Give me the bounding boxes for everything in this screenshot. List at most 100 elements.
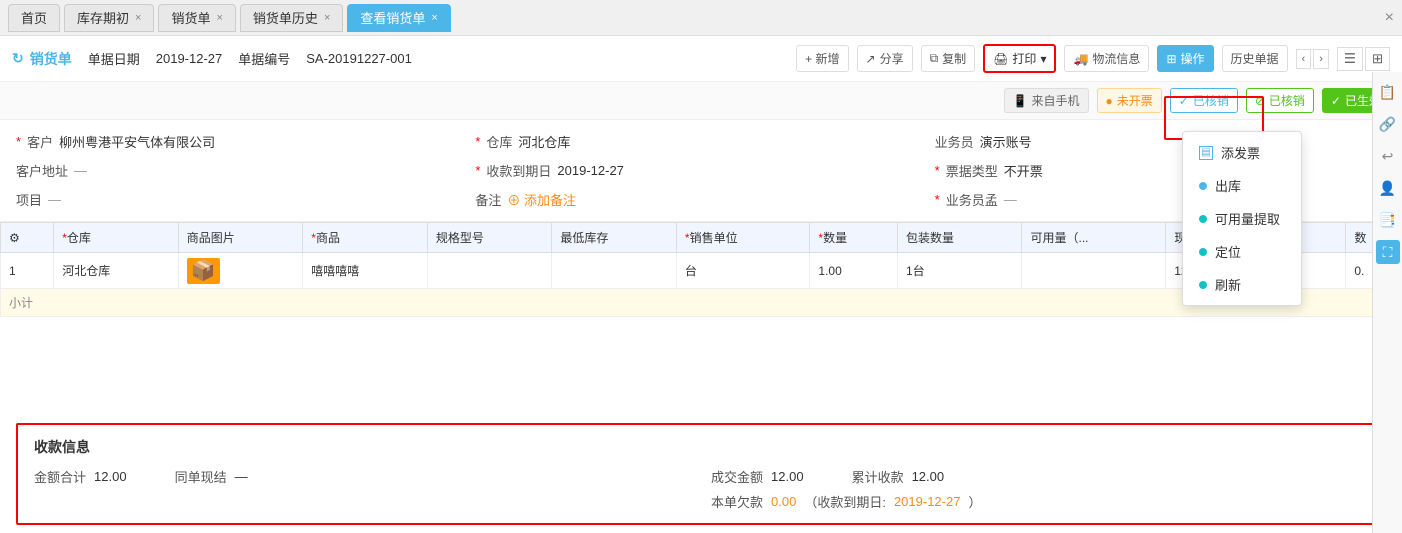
available-qty-item[interactable]: 可用量提取 (1183, 202, 1301, 235)
warehouse-value[interactable]: 河北仓库 (518, 132, 570, 151)
due-row: 本单欠款 0.00 （收款到期日: 2019-12-27 ） (711, 492, 1368, 511)
row-product: 嘻嘻嘻嘻 (303, 253, 428, 289)
cumulative-value: 12.00 (912, 469, 945, 484)
right-sidebar: 📋 🔗 ↩ 👤 📑 ⛶ (1372, 72, 1402, 533)
locate-icon (1199, 248, 1207, 256)
customer-value[interactable]: 柳州粤港平安气体有限公司 (59, 132, 215, 151)
operations-button[interactable]: ⊞ 操作 (1157, 45, 1213, 72)
sidebar-icon-1[interactable]: 📋 (1376, 80, 1400, 104)
from-phone-button[interactable]: 📱 来自手机 (1004, 88, 1089, 113)
locate-item[interactable]: 定位 (1183, 235, 1301, 268)
project-value: — (48, 192, 61, 207)
tab-sales-label: 销货单 (171, 8, 210, 27)
employee-field: 业务员 演示账号 (935, 132, 1386, 151)
col-settings[interactable]: ⚙ (1, 223, 54, 253)
address-field: 客户地址 — (16, 161, 467, 180)
tab-sales-close[interactable]: × (216, 12, 222, 24)
doc-type-label: 销货单 (30, 49, 72, 69)
settings-icon[interactable]: ⚙ (9, 231, 20, 245)
logistics-icon: 🚚 (1073, 52, 1088, 66)
history-button[interactable]: 历史单据 (1222, 45, 1288, 72)
note-field: 备注 ⊕ 添加备注 (475, 190, 926, 209)
sidebar-icon-4[interactable]: 👤 (1376, 176, 1400, 200)
new-label: + 新增 (805, 50, 839, 67)
global-close-button[interactable]: × (1385, 9, 1394, 27)
print-dropdown-icon: ▾ (1040, 52, 1046, 66)
due-value: 0.00 (771, 494, 796, 509)
sidebar-icon-5[interactable]: 📑 (1376, 208, 1400, 232)
tab-home-label: 首页 (21, 8, 47, 27)
grid-view-button[interactable]: ⊞ (1365, 47, 1390, 71)
list-view-button[interactable]: ☰ (1337, 47, 1363, 71)
logistics-button[interactable]: 🚚 物流信息 (1064, 45, 1149, 72)
tab-bar: 首页 库存期初 × 销货单 × 销货单历史 × 查看销货单 × × (0, 0, 1402, 36)
row-qty: 1.00 (810, 253, 898, 289)
form-row-2: 客户地址 — * 收款到期日 2019-12-27 * 票据类型 不开票 (16, 161, 1386, 180)
transaction-label: 成交金额 (711, 467, 763, 486)
sales-person-label: 业务员孟 (946, 190, 998, 209)
share-button[interactable]: ↗ 分享 (857, 45, 913, 72)
locate-label: 定位 (1215, 242, 1241, 261)
tab-inventory-label: 库存期初 (77, 8, 129, 27)
tab-history-close[interactable]: × (324, 12, 330, 24)
doc-meta: 单据日期 2019-12-27 单据编号 SA-20191227-001 (88, 49, 412, 68)
row-available (1022, 253, 1166, 289)
not-opened-button[interactable]: ● 未开票 (1097, 88, 1162, 113)
print-button[interactable]: 🖨 打印 ▾ (983, 44, 1056, 73)
sidebar-icon-6[interactable]: ⛶ (1376, 240, 1400, 264)
print-label: 打印 (1012, 50, 1036, 67)
cancel-button[interactable]: ⊘ 已核销 (1246, 88, 1314, 113)
row-pkg-qty: 1台 (897, 253, 1022, 289)
payment-title: 收款信息 (34, 437, 1368, 457)
tab-check-sales[interactable]: 查看销货单 × (347, 4, 450, 32)
plus-icon: ⊕ (507, 193, 520, 208)
add-invoice-label: 添发票 (1221, 143, 1260, 162)
col-spec: 规格型号 (427, 223, 552, 253)
tab-sales-order[interactable]: 销货单 × (158, 4, 235, 32)
sidebar-icon-2[interactable]: 🔗 (1376, 112, 1400, 136)
due-date: 2019-12-27 (894, 494, 961, 509)
available-icon (1199, 215, 1207, 223)
tab-sales-history[interactable]: 销货单历史 × (240, 4, 343, 32)
next-button[interactable]: › (1313, 49, 1329, 69)
outbound-icon (1199, 182, 1207, 190)
number-label: 单据编号 (238, 49, 290, 68)
add-invoice-item[interactable]: ▤ 添发票 (1183, 136, 1301, 169)
refresh-label: 刷新 (1215, 275, 1241, 294)
due-note-end: ） (968, 492, 981, 511)
col-product: *商品 (303, 223, 428, 253)
due-date-label: 收款到期日 (486, 161, 551, 180)
prev-button[interactable]: ‹ (1296, 49, 1312, 69)
due-date-value[interactable]: 2019-12-27 (557, 163, 624, 178)
customer-label: 客户 (27, 132, 53, 151)
print-icon: 🖨 (993, 52, 1008, 66)
check-button[interactable]: ✓ 已核销 (1170, 88, 1238, 113)
tab-inventory-init[interactable]: 库存期初 × (64, 4, 154, 32)
tab-inventory-close[interactable]: × (135, 12, 141, 24)
operations-icon: ⊞ (1166, 52, 1176, 66)
tab-check-close[interactable]: × (431, 12, 437, 24)
total-label: 金额合计 (34, 467, 86, 486)
bill-type-value[interactable]: 不开票 (1004, 161, 1043, 180)
check-label: 已核销 (1193, 92, 1229, 109)
operations-label: 操作 (1181, 50, 1205, 67)
history-label: 历史单据 (1231, 50, 1279, 67)
outbound-label: 出库 (1215, 176, 1241, 195)
copy-icon: ⧉ (930, 51, 939, 66)
new-button[interactable]: + 新增 (796, 45, 848, 72)
due-label: 本单欠款 (711, 492, 763, 511)
tab-history-label: 销货单历史 (253, 8, 318, 27)
refresh-item[interactable]: 刷新 (1183, 268, 1301, 301)
copy-button[interactable]: ⧉ 复制 (921, 45, 976, 72)
outbound-item[interactable]: 出库 (1183, 169, 1301, 202)
sidebar-icon-3[interactable]: ↩ (1376, 144, 1400, 168)
add-note-button[interactable]: ⊕ 添加备注 (507, 190, 576, 209)
address-label: 客户地址 (16, 161, 68, 180)
tab-check-label: 查看销货单 (360, 8, 425, 27)
employee-value: 演示账号 (980, 132, 1032, 151)
not-opened-label: 未开票 (1117, 92, 1153, 109)
tab-home[interactable]: 首页 (8, 4, 60, 32)
document-header: ↻ 销货单 单据日期 2019-12-27 单据编号 SA-20191227-0… (0, 36, 1402, 82)
col-warehouse: *仓库 (54, 223, 179, 253)
sales-person-value: — (1004, 192, 1017, 207)
